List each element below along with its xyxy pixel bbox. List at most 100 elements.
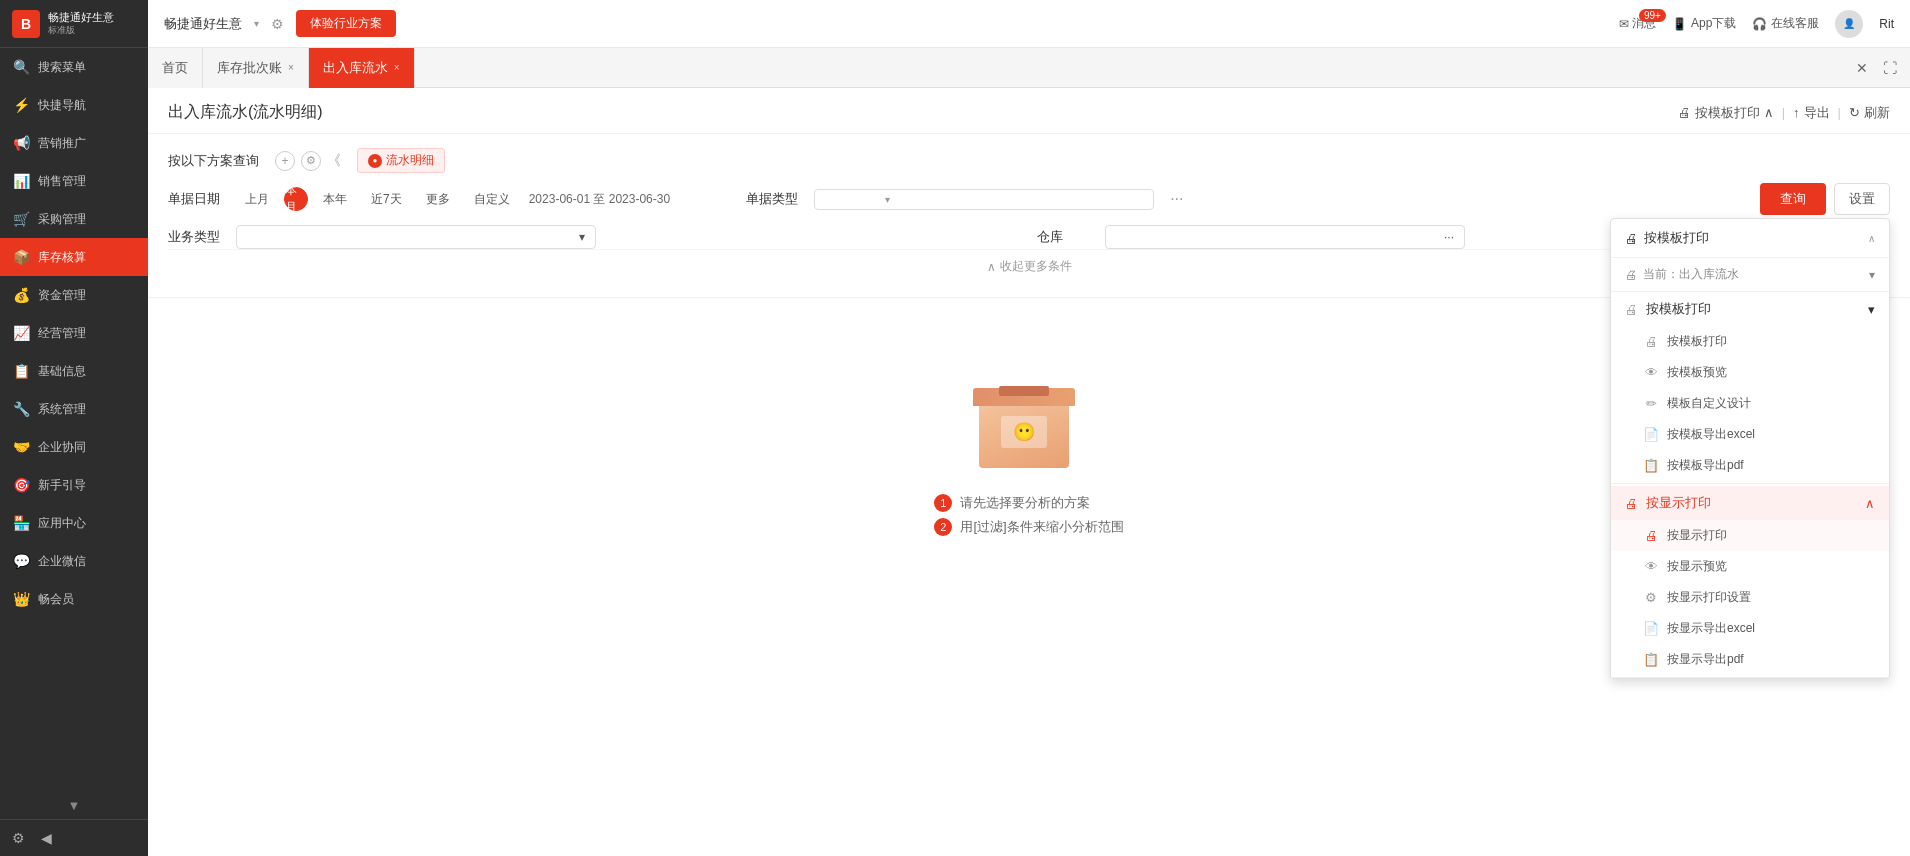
- display-print-action-item[interactable]: 🖨 按显示打印: [1611, 520, 1889, 551]
- current-indicator-wrap: 🖨 当前：出入库流水: [1625, 266, 1739, 283]
- current-icon: 🖨: [1625, 268, 1637, 282]
- export-btn[interactable]: ↑ 导出: [1793, 104, 1830, 122]
- template-preview-item[interactable]: 👁 按模板预览: [1611, 357, 1889, 388]
- service-label: 在线客服: [1771, 15, 1819, 32]
- voucher-type-select[interactable]: ▾: [814, 189, 1154, 210]
- date-btn-this-year[interactable]: 本年: [314, 188, 356, 211]
- tab-inout-flow-close[interactable]: ×: [394, 62, 400, 73]
- date-btn-last-7[interactable]: 近7天: [362, 188, 411, 211]
- action-divider-2: |: [1838, 105, 1841, 120]
- sidebar-item-finance[interactable]: 💰 资金管理: [0, 276, 148, 314]
- template-pdf-item[interactable]: 📋 按模板导出pdf: [1611, 450, 1889, 481]
- sidebar-bottom: ⚙ ◀: [0, 819, 148, 856]
- refresh-icon: ↻: [1849, 105, 1860, 120]
- business-type-arrow-icon: ▾: [579, 230, 585, 244]
- service-btn[interactable]: 🎧 在线客服: [1752, 15, 1819, 32]
- template-print-header[interactable]: 🖨 按模板打印 ▾: [1611, 292, 1889, 326]
- display-preview-item[interactable]: 👁 按显示预览: [1611, 551, 1889, 582]
- sidebar-scroll-down[interactable]: ▼: [0, 791, 148, 819]
- sidebar-item-member[interactable]: 👑 畅会员: [0, 580, 148, 618]
- trial-button[interactable]: 体验行业方案: [296, 10, 396, 37]
- template-excel-label: 按模板导出excel: [1667, 426, 1755, 443]
- header-gear-icon[interactable]: ⚙: [271, 16, 284, 32]
- display-excel-item[interactable]: 📄 按显示导出excel: [1611, 613, 1889, 644]
- voucher-type-more-icon[interactable]: ···: [1170, 190, 1183, 208]
- warehouse-select[interactable]: ···: [1105, 225, 1465, 249]
- sidebar-item-search[interactable]: 🔍 搜索菜单: [0, 48, 148, 86]
- step-1-num: 1: [934, 494, 952, 512]
- app-download-btn[interactable]: 📱 App下载: [1672, 15, 1736, 32]
- step-2-num: 2: [934, 518, 952, 536]
- sidebar-collapse-icon[interactable]: ◀: [41, 830, 52, 846]
- date-btn-this-month[interactable]: 本月: [284, 187, 308, 211]
- sidebar-item-system[interactable]: 🔧 系统管理: [0, 390, 148, 428]
- business-type-group: 业务类型 ▾: [168, 225, 1021, 249]
- current-arrow-icon[interactable]: ▾: [1869, 268, 1875, 282]
- display-excel-label: 按显示导出excel: [1667, 620, 1755, 637]
- template-print-chevron: ▾: [1868, 302, 1875, 317]
- system-icon: 🔧: [12, 400, 30, 418]
- sidebar-settings-icon[interactable]: ⚙: [12, 830, 25, 846]
- sidebar-item-quick-nav[interactable]: ⚡ 快捷导航: [0, 86, 148, 124]
- sidebar-item-guide[interactable]: 🎯 新手引导: [0, 466, 148, 504]
- filter-collapse-btn[interactable]: 《: [327, 152, 341, 170]
- sidebar-item-sales[interactable]: 📊 销售管理: [0, 162, 148, 200]
- sidebar-item-purchase[interactable]: 🛒 采购管理: [0, 200, 148, 238]
- tab-close-all-btn[interactable]: ✕: [1850, 56, 1874, 80]
- message-btn[interactable]: ✉ 消息 99+: [1619, 15, 1656, 32]
- sidebar-item-marketing[interactable]: 📢 营销推广: [0, 124, 148, 162]
- user-avatar[interactable]: 👤: [1835, 10, 1863, 38]
- sidebar-item-inventory[interactable]: 📦 库存核算: [0, 238, 148, 276]
- app-download-label: App下载: [1691, 15, 1736, 32]
- header-chevron-icon[interactable]: ▾: [254, 18, 259, 29]
- filter-add-btn[interactable]: +: [275, 151, 295, 171]
- sidebar-label-inventory: 库存核算: [38, 249, 86, 266]
- tab-inout-flow-label: 出入库流水: [323, 59, 388, 77]
- display-pdf-item[interactable]: 📋 按显示导出pdf: [1611, 644, 1889, 675]
- sidebar-item-cooperation[interactable]: 🤝 企业协同: [0, 428, 148, 466]
- date-btn-custom[interactable]: 自定义: [465, 188, 519, 211]
- display-print-chevron: ∧: [1865, 496, 1875, 511]
- template-excel-item[interactable]: 📄 按模板导出excel: [1611, 419, 1889, 450]
- top-header: 畅捷通好生意 ▾ ⚙ 体验行业方案 ✉ 消息 99+ 📱 App下载 🎧: [148, 0, 1910, 48]
- filter-settings-btn[interactable]: ⚙: [301, 151, 321, 171]
- filter-tag-water[interactable]: ● 流水明细: [357, 148, 445, 173]
- tab-inventory-batch[interactable]: 库存批次账 ×: [203, 48, 309, 88]
- query-button[interactable]: 查询: [1760, 183, 1826, 215]
- sidebar-item-basic[interactable]: 📋 基础信息: [0, 352, 148, 390]
- date-btn-more[interactable]: 更多: [417, 188, 459, 211]
- template-custom-item[interactable]: ✏ 模板自定义设计: [1611, 388, 1889, 419]
- sidebar-label-operations: 经营管理: [38, 325, 86, 342]
- sidebar-label-sales: 销售管理: [38, 173, 86, 190]
- settings-button[interactable]: 设置: [1834, 183, 1890, 215]
- username-text[interactable]: Rit: [1879, 17, 1894, 31]
- business-type-select[interactable]: ▾: [236, 225, 596, 249]
- display-settings-item[interactable]: ⚙ 按显示打印设置: [1611, 582, 1889, 613]
- date-btn-last-month[interactable]: 上月: [236, 188, 278, 211]
- sidebar-item-operations[interactable]: 📈 经营管理: [0, 314, 148, 352]
- tab-inout-flow[interactable]: 出入库流水 ×: [309, 48, 415, 88]
- tab-home[interactable]: 首页: [148, 48, 203, 88]
- print-btn[interactable]: 🖨 按模板打印 ∧: [1678, 104, 1774, 122]
- step-1-text: 请先选择要分析的方案: [960, 494, 1090, 512]
- print-label: 按模板打印: [1695, 104, 1760, 122]
- sidebar-item-app-center[interactable]: 🏪 应用中心: [0, 504, 148, 542]
- display-print-header[interactable]: 🖨 按显示打印 ∧: [1611, 486, 1889, 520]
- template-custom-icon: ✏: [1643, 396, 1659, 412]
- tab-maximize-btn[interactable]: ⛶: [1878, 56, 1902, 80]
- print-dropdown-title-text: 按模板打印: [1644, 229, 1709, 247]
- display-pdf-label: 按显示导出pdf: [1667, 651, 1744, 668]
- refresh-btn[interactable]: ↻ 刷新: [1849, 104, 1890, 122]
- template-print-action-item[interactable]: 🖨 按模板打印: [1611, 326, 1889, 357]
- warehouse-more-icon[interactable]: ···: [1444, 230, 1454, 244]
- export-icon: ↑: [1793, 105, 1800, 120]
- template-excel-icon: 📄: [1643, 427, 1659, 443]
- sidebar-item-wechat[interactable]: 💬 企业微信: [0, 542, 148, 580]
- export-label: 导出: [1804, 104, 1830, 122]
- display-print-header-wrap: 🖨 按显示打印: [1625, 494, 1711, 512]
- print-dropdown-collapse-icon[interactable]: ∧: [1868, 233, 1875, 244]
- print-dropdown: 🖨 按模板打印 ∧ 🖨 当前：出入库流水 ▾: [1610, 218, 1890, 679]
- page-actions-right: 🖨 按模板打印 ∧ | ↑ 导出 | ↻ 刷新: [1678, 104, 1890, 122]
- tab-inventory-batch-close[interactable]: ×: [288, 62, 294, 73]
- sidebar-label-quick-nav: 快捷导航: [38, 97, 86, 114]
